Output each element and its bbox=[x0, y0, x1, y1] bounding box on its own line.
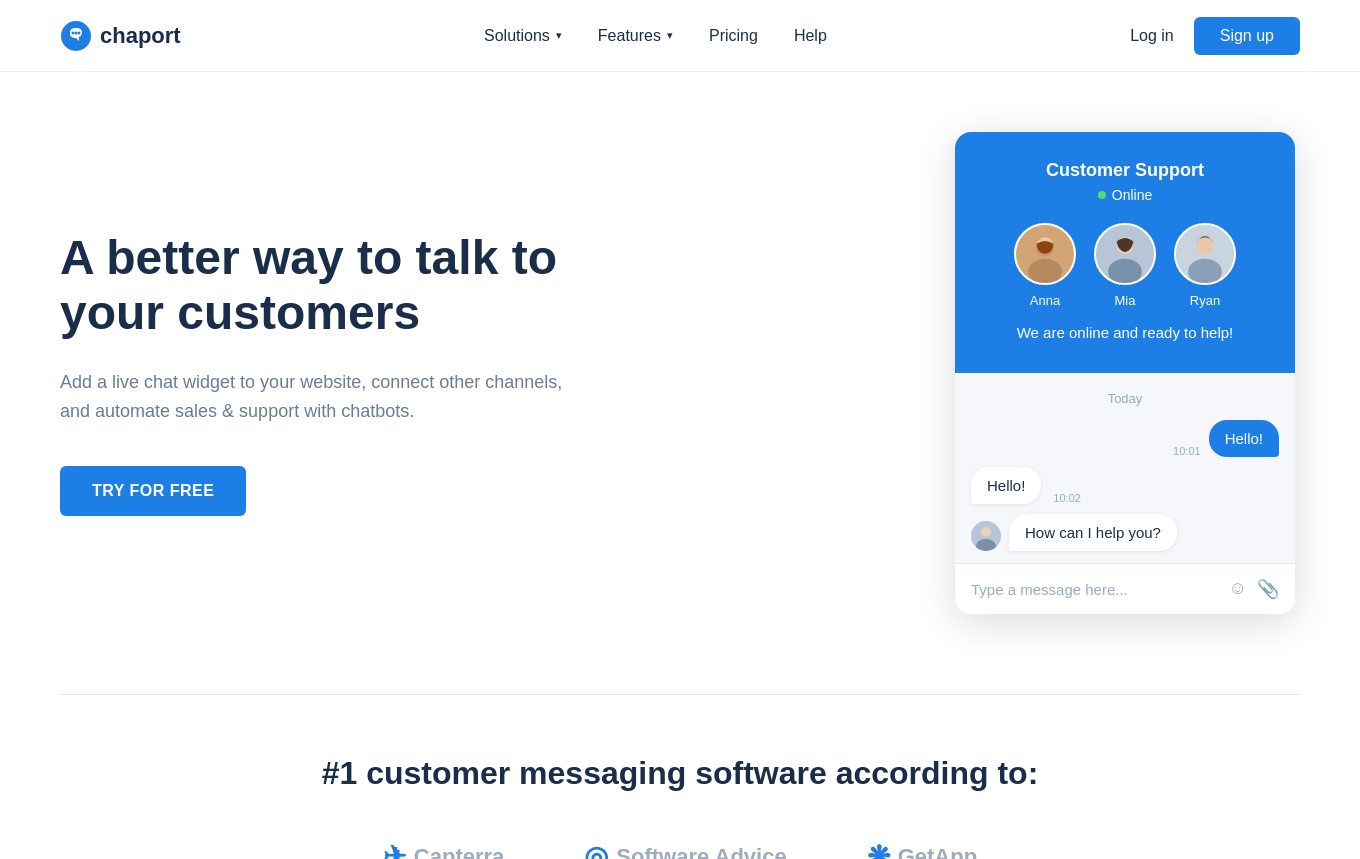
svg-point-2 bbox=[75, 31, 78, 34]
message-bubble: Hello! bbox=[1209, 420, 1279, 457]
getapp-icon: ❋ bbox=[867, 840, 890, 859]
message-bubble: Hello! bbox=[971, 467, 1041, 504]
online-dot-icon bbox=[1098, 191, 1106, 199]
capterra-icon: ✈ bbox=[383, 840, 406, 859]
message-time: 10:02 bbox=[1053, 492, 1081, 504]
agent-anna-name: Anna bbox=[1030, 293, 1060, 308]
message-in-help: How can I help you? bbox=[971, 514, 1279, 551]
getapp-text: GetApp bbox=[898, 844, 977, 860]
capterra-text: Capterra bbox=[414, 844, 504, 860]
chat-footer[interactable]: Type a message here... ☺ 📎 bbox=[955, 563, 1295, 614]
chat-agents: Anna Mia bbox=[1014, 223, 1236, 308]
chat-footer-icons: ☺ 📎 bbox=[1229, 578, 1279, 600]
login-link[interactable]: Log in bbox=[1130, 27, 1174, 45]
software-advice-icon: ◎ bbox=[584, 840, 608, 859]
message-bubble: How can I help you? bbox=[1009, 514, 1177, 551]
agent-anna-avatar bbox=[1014, 223, 1076, 285]
chat-online-status: Online bbox=[1098, 187, 1152, 203]
svg-point-13 bbox=[1188, 259, 1222, 285]
chat-date: Today bbox=[971, 391, 1279, 406]
social-proof-title: #1 customer messaging software according… bbox=[60, 755, 1300, 792]
agent-ryan-name: Ryan bbox=[1190, 293, 1220, 308]
hero-title: A better way to talk to your customers bbox=[60, 230, 580, 340]
chat-messages: 10:01 Hello! Hello! 10:02 bbox=[971, 420, 1279, 551]
svg-point-6 bbox=[1028, 259, 1062, 285]
logo-capterra: ✈ Capterra bbox=[383, 840, 504, 859]
attachment-icon[interactable]: 📎 bbox=[1257, 578, 1279, 600]
hero-subtitle: Add a live chat widget to your website, … bbox=[60, 368, 580, 426]
nav-actions: Log in Sign up bbox=[1130, 17, 1300, 55]
message-in-hello: Hello! 10:02 bbox=[971, 467, 1279, 504]
logo-software-advice: ◎ Software Advice bbox=[584, 840, 786, 859]
signup-button[interactable]: Sign up bbox=[1194, 17, 1300, 55]
hero-section: A better way to talk to your customers A… bbox=[0, 72, 1360, 694]
chat-widget-preview: Customer Support Online bbox=[955, 132, 1300, 614]
nav-pricing[interactable]: Pricing bbox=[709, 27, 758, 45]
svg-point-12 bbox=[1197, 237, 1214, 254]
svg-point-10 bbox=[1108, 259, 1142, 285]
chat-ready-text: We are online and ready to help! bbox=[1017, 324, 1234, 349]
nav-solutions[interactable]: Solutions ▾ bbox=[484, 27, 562, 45]
nav-links: Solutions ▾ Features ▾ Pricing Help bbox=[484, 27, 827, 45]
try-for-free-button[interactable]: TRY FOR FREE bbox=[60, 466, 246, 516]
logo-text: chaport bbox=[100, 23, 181, 49]
software-advice-text: Software Advice bbox=[616, 844, 786, 860]
chat-body: Today 10:01 Hello! Hello! 10:02 bbox=[955, 373, 1295, 563]
chat-input-placeholder[interactable]: Type a message here... bbox=[971, 581, 1229, 598]
chat-header: Customer Support Online bbox=[955, 132, 1295, 373]
nav-features[interactable]: Features ▾ bbox=[598, 27, 673, 45]
chat-widget: Customer Support Online bbox=[955, 132, 1295, 614]
chat-header-title: Customer Support bbox=[1046, 160, 1204, 181]
message-out-hello: 10:01 Hello! bbox=[971, 420, 1279, 457]
agent-mia-avatar bbox=[1094, 223, 1156, 285]
logo[interactable]: chaport bbox=[60, 20, 181, 52]
agent-mia: Mia bbox=[1094, 223, 1156, 308]
features-chevron-icon: ▾ bbox=[667, 29, 673, 42]
agent-mia-name: Mia bbox=[1115, 293, 1136, 308]
navigation: chaport Solutions ▾ Features ▾ Pricing H… bbox=[0, 0, 1360, 72]
solutions-chevron-icon: ▾ bbox=[556, 29, 562, 42]
hero-content: A better way to talk to your customers A… bbox=[60, 230, 580, 516]
social-proof-section: #1 customer messaging software according… bbox=[0, 695, 1360, 859]
agent-ryan: Ryan bbox=[1174, 223, 1236, 308]
svg-point-3 bbox=[78, 31, 81, 34]
svg-point-15 bbox=[981, 527, 991, 537]
nav-help[interactable]: Help bbox=[794, 27, 827, 45]
emoji-icon[interactable]: ☺ bbox=[1229, 578, 1247, 600]
agent-ryan-avatar bbox=[1174, 223, 1236, 285]
logos-row: ✈ Capterra ◎ Software Advice ❋ GetApp bbox=[60, 840, 1300, 859]
agent-avatar-small bbox=[971, 521, 1001, 551]
message-time: 10:01 bbox=[1173, 445, 1201, 457]
agent-anna: Anna bbox=[1014, 223, 1076, 308]
svg-point-1 bbox=[72, 31, 75, 34]
logo-getapp: ❋ GetApp bbox=[867, 840, 977, 859]
